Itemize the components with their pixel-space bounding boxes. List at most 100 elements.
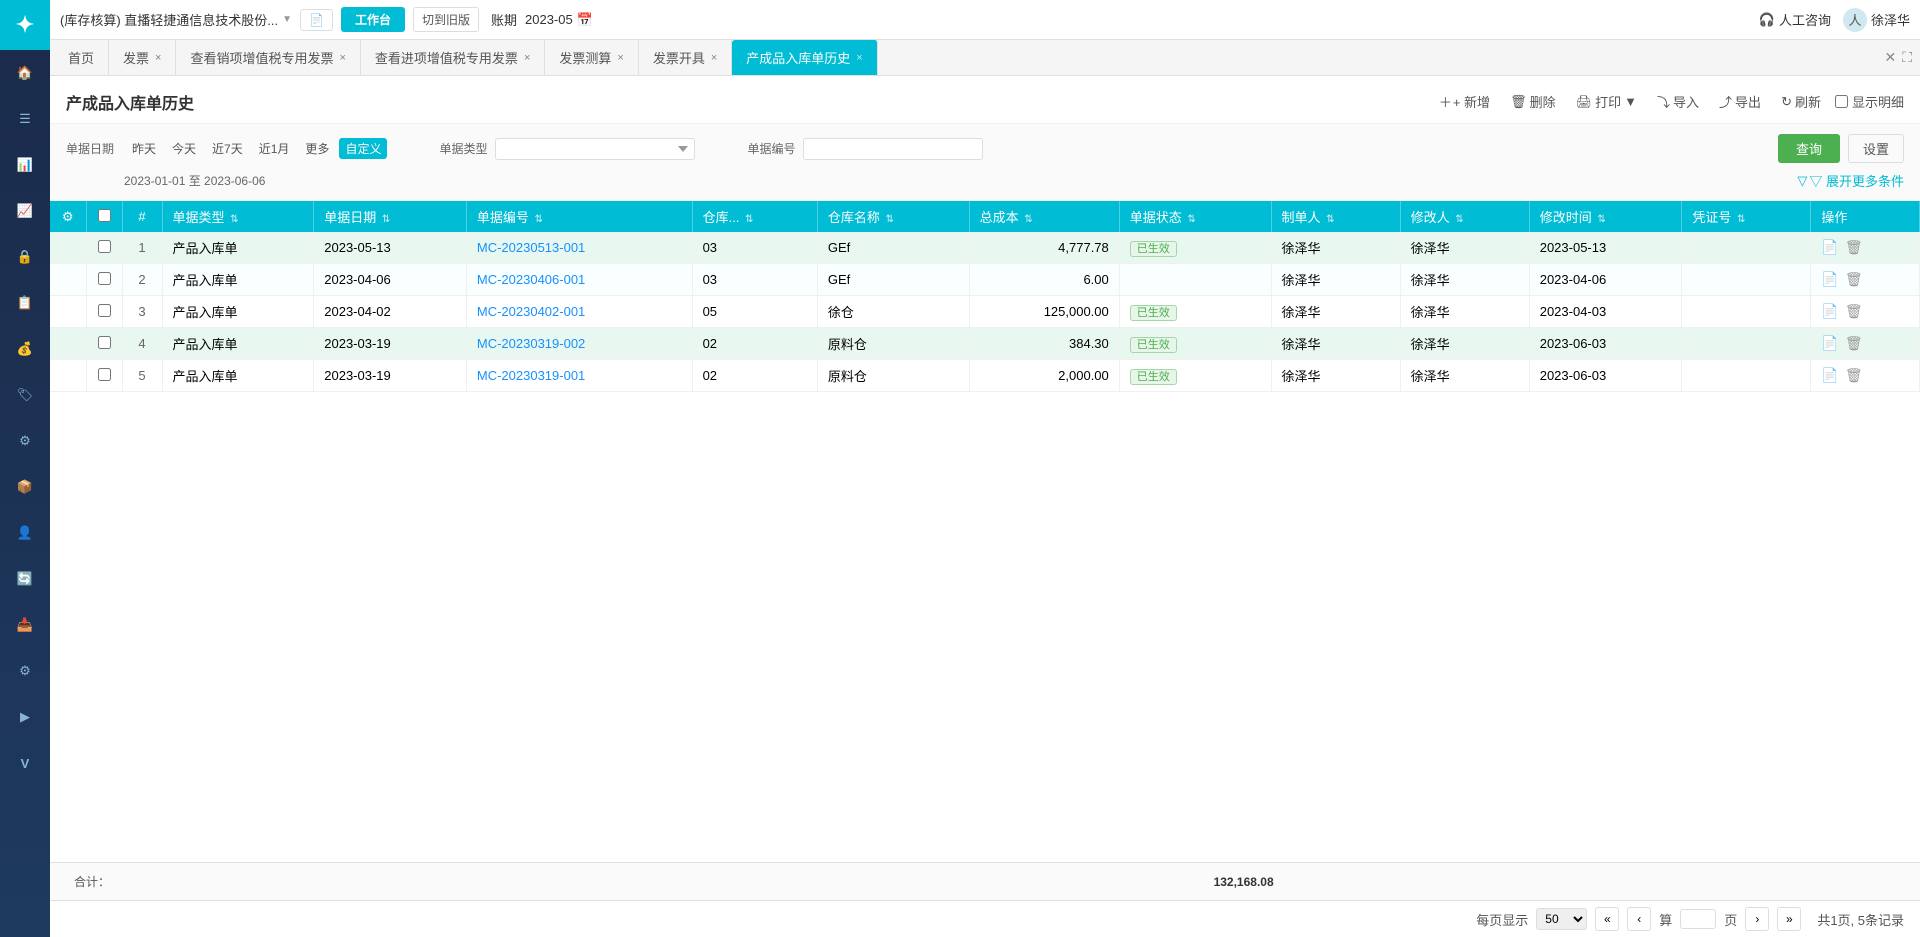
th-warehouse-name[interactable]: 仓库名称 ⇅ — [817, 201, 969, 232]
num-filter-input[interactable] — [803, 138, 983, 160]
last-page-btn[interactable]: » — [1777, 907, 1801, 931]
per-page-select[interactable]: 50 100 — [1536, 908, 1587, 930]
row-checkbox[interactable] — [86, 296, 122, 328]
sidebar-item-download[interactable]: 📥 — [0, 602, 50, 648]
th-creator[interactable]: 制单人 ⇅ — [1271, 201, 1400, 232]
view-icon[interactable]: 📄 — [1821, 367, 1838, 384]
tab-issue[interactable]: 发票开具 × — [639, 40, 732, 75]
switch-old-btn[interactable]: 切到旧版 — [413, 7, 479, 32]
th-checkbox[interactable] — [86, 201, 122, 232]
show-detail-toggle[interactable]: 显示明细 — [1835, 92, 1904, 111]
th-status[interactable]: 单据状态 ⇅ — [1119, 201, 1271, 232]
tab-calc-close[interactable]: × — [617, 52, 623, 64]
doc-btn[interactable]: 📄 — [300, 9, 333, 31]
sidebar-item-lock[interactable]: 🔒 — [0, 234, 50, 280]
first-page-btn[interactable]: « — [1595, 907, 1619, 931]
sidebar-item-home[interactable]: 🏠 — [0, 50, 50, 96]
row-select-checkbox[interactable] — [98, 368, 111, 381]
sidebar-item-sync[interactable]: 🔄 — [0, 556, 50, 602]
sidebar-item-analytics[interactable]: 📈 — [0, 188, 50, 234]
new-btn[interactable]: ＋ + 新增 — [1433, 88, 1496, 115]
tab-purchase-invoice[interactable]: 查看进项增值税专用发票 × — [361, 40, 545, 75]
sidebar-item-report[interactable]: 📊 — [0, 142, 50, 188]
next-page-btn[interactable]: › — [1745, 907, 1769, 931]
export-btn[interactable]: ⤴ 导出 — [1713, 88, 1767, 115]
th-warehouse-no[interactable]: 仓库... ⇅ — [692, 201, 817, 232]
tab-sales-invoice-close[interactable]: × — [339, 52, 345, 64]
quick-more-btn[interactable]: 更多 — [299, 138, 335, 159]
quick-7days-btn[interactable]: 近7天 — [206, 138, 249, 159]
select-all-checkbox[interactable] — [98, 209, 111, 222]
tab-product-history[interactable]: 产成品入库单历史 × — [732, 40, 877, 75]
tab-issue-close[interactable]: × — [711, 52, 717, 64]
page-num-input[interactable]: 1 — [1680, 909, 1716, 929]
user-service-btn[interactable]: 🎧 人工咨询 — [1759, 10, 1831, 29]
filter-settings-btn[interactable]: 设置 — [1848, 134, 1904, 163]
tab-invoice[interactable]: 发票 × — [109, 40, 176, 75]
sidebar-item-tag[interactable]: 🏷 — [0, 372, 50, 418]
quick-today-btn[interactable]: 今天 — [166, 138, 202, 159]
row-select-checkbox[interactable] — [98, 336, 111, 349]
tab-product-history-close[interactable]: × — [856, 52, 862, 64]
search-btn[interactable]: 查询 — [1778, 134, 1840, 163]
sidebar-item-menu[interactable]: ☰ — [0, 96, 50, 142]
delete-row-icon[interactable]: 🗑 — [1845, 367, 1863, 384]
th-type[interactable]: 单据类型 ⇅ — [162, 201, 314, 232]
th-voucher[interactable]: 凭证号 ⇅ — [1682, 201, 1811, 232]
tab-purchase-invoice-close[interactable]: × — [524, 52, 530, 64]
tab-invoice-close[interactable]: × — [155, 52, 161, 64]
row-number-link[interactable]: MC-20230513-001 — [477, 240, 585, 255]
sidebar-item-inventory[interactable]: 📦 — [0, 464, 50, 510]
sidebar-item-settings[interactable]: ⚙ — [0, 418, 50, 464]
app-logo[interactable]: ✦ — [0, 0, 50, 50]
th-settings[interactable]: ⚙ — [50, 201, 86, 232]
delete-row-icon[interactable]: 🗑 — [1845, 239, 1863, 256]
delete-row-icon[interactable]: 🗑 — [1845, 303, 1863, 320]
sidebar-item-config[interactable]: ⚙ — [0, 648, 50, 694]
row-number-link[interactable]: MC-20230319-001 — [477, 368, 585, 383]
user-profile[interactable]: 人 徐泽华 — [1843, 8, 1910, 32]
th-modifier[interactable]: 修改人 ⇅ — [1400, 201, 1529, 232]
delete-btn[interactable]: 🗑 删除 — [1504, 88, 1562, 115]
quick-1month-btn[interactable]: 近1月 — [253, 138, 296, 159]
expand-conditions-btn[interactable]: ▽ ▽ 展开更多条件 — [1797, 171, 1904, 190]
close-all-tabs-btn[interactable]: ✕ — [1884, 49, 1896, 66]
row-select-checkbox[interactable] — [98, 304, 111, 317]
delete-row-icon[interactable]: 🗑 — [1845, 271, 1863, 288]
row-select-checkbox[interactable] — [98, 272, 111, 285]
row-select-checkbox[interactable] — [98, 240, 111, 253]
th-number[interactable]: 单据编号 ⇅ — [466, 201, 692, 232]
row-checkbox[interactable] — [86, 328, 122, 360]
print-btn[interactable]: 🖨 打印 ▼ — [1570, 88, 1643, 115]
sidebar-item-play[interactable]: ▶ — [0, 694, 50, 740]
import-btn[interactable]: ⤵ 导入 — [1651, 88, 1705, 115]
sidebar-item-finance[interactable]: 💰 — [0, 326, 50, 372]
refresh-btn[interactable]: ↻ 刷新 — [1775, 88, 1827, 115]
view-icon[interactable]: 📄 — [1821, 335, 1838, 352]
tab-home[interactable]: 首页 — [54, 40, 109, 75]
show-detail-checkbox[interactable] — [1835, 95, 1848, 108]
sidebar-item-user[interactable]: 👤 — [0, 510, 50, 556]
prev-page-btn[interactable]: ‹ — [1627, 907, 1651, 931]
view-icon[interactable]: 📄 — [1821, 303, 1838, 320]
row-checkbox[interactable] — [86, 360, 122, 392]
workbench-btn[interactable]: 工作台 — [341, 7, 405, 32]
calendar-icon[interactable]: 📅 — [577, 12, 593, 28]
th-date[interactable]: 单据日期 ⇅ — [314, 201, 467, 232]
view-icon[interactable]: 📄 — [1821, 271, 1838, 288]
sidebar-item-list[interactable]: 📋 — [0, 280, 50, 326]
row-number-link[interactable]: MC-20230406-001 — [477, 272, 585, 287]
view-icon[interactable]: 📄 — [1821, 239, 1838, 256]
sidebar-item-v[interactable]: V — [0, 740, 50, 786]
custom-date-btn[interactable]: 自定义 — [339, 138, 387, 159]
tab-calc[interactable]: 发票测算 × — [545, 40, 638, 75]
maximize-btn[interactable]: ⛶ — [1902, 49, 1912, 66]
quick-yesterday-btn[interactable]: 昨天 — [126, 138, 162, 159]
row-checkbox[interactable] — [86, 232, 122, 264]
tab-sales-invoice[interactable]: 查看销项增值税专用发票 × — [176, 40, 360, 75]
delete-row-icon[interactable]: 🗑 — [1845, 335, 1863, 352]
row-checkbox[interactable] — [86, 264, 122, 296]
th-total-cost[interactable]: 总成本 ⇅ — [969, 201, 1119, 232]
th-modify-time[interactable]: 修改时间 ⇅ — [1529, 201, 1682, 232]
row-number-link[interactable]: MC-20230319-002 — [477, 336, 585, 351]
